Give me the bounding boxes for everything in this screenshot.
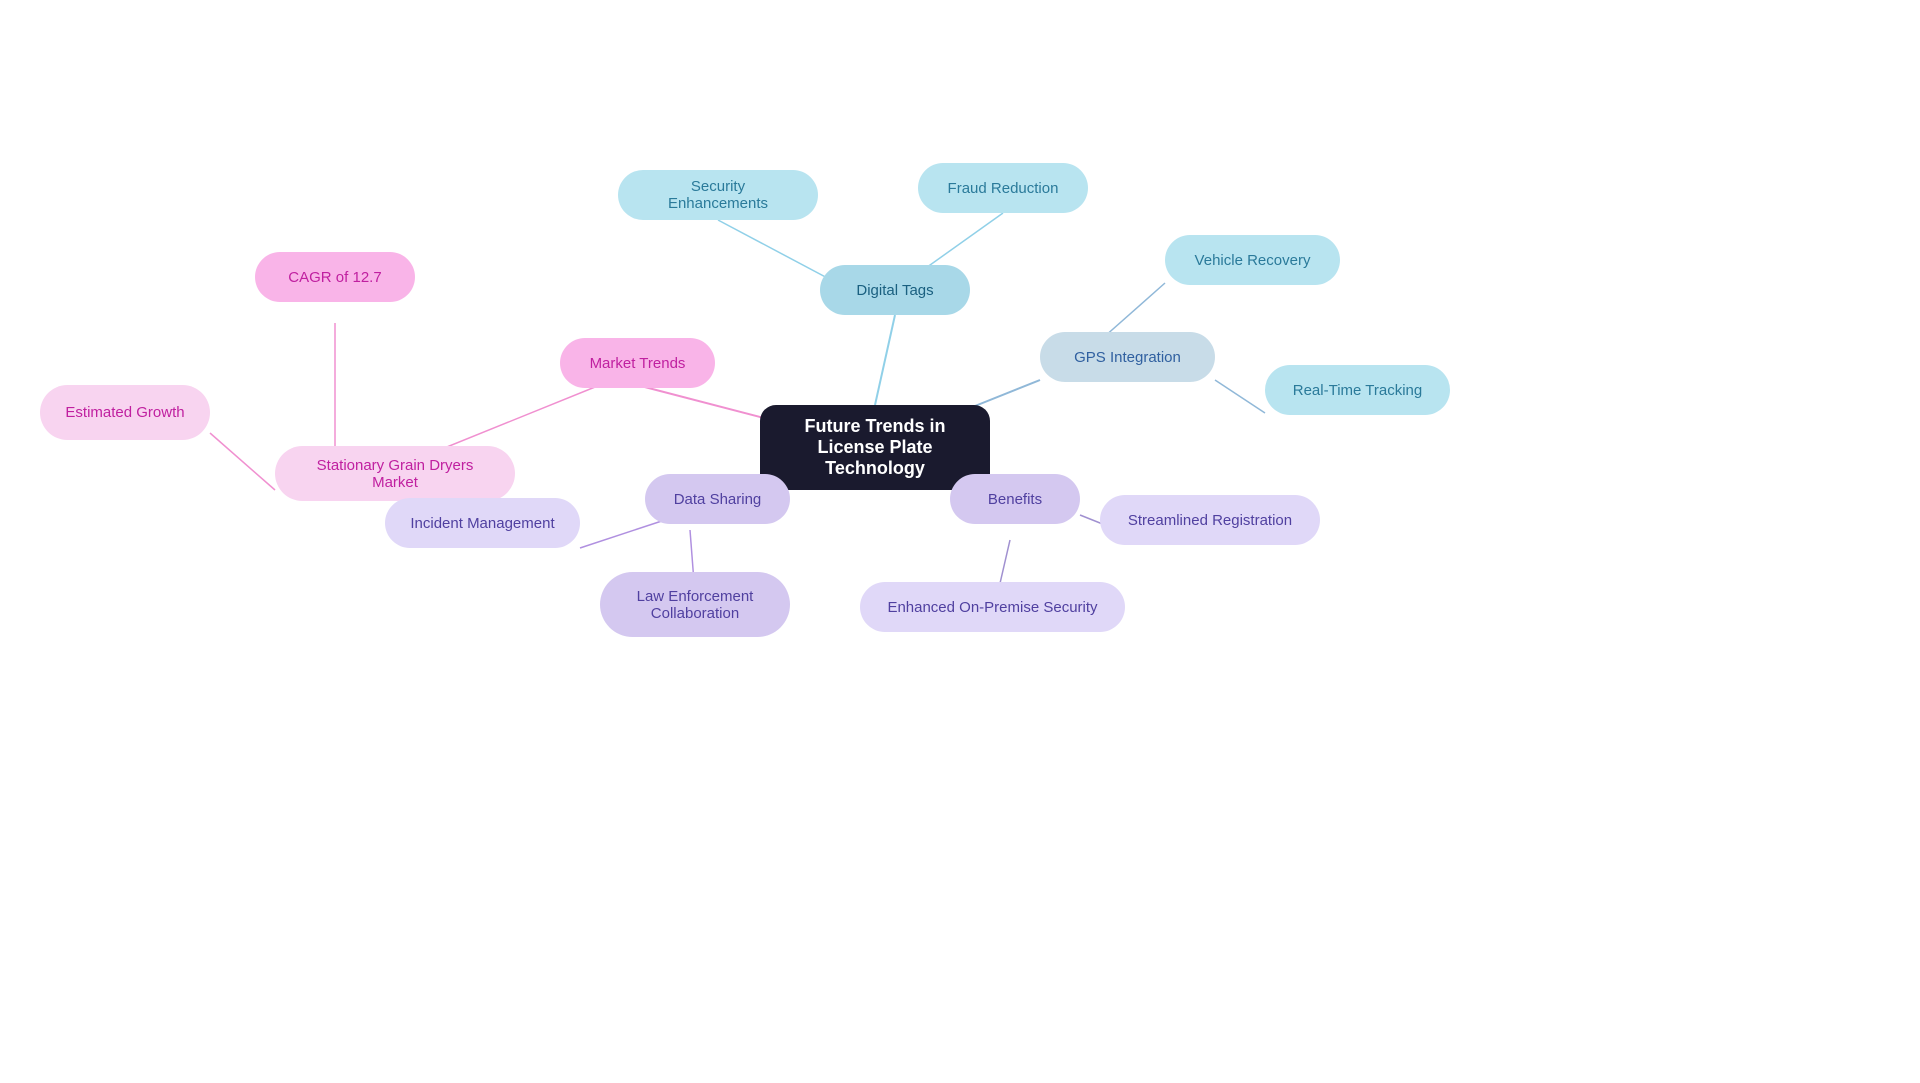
central-label: Future Trends in License Plate Technolog… — [784, 416, 966, 479]
incident-management-node[interactable]: Incident Management — [385, 498, 580, 548]
vehicle-recovery-node[interactable]: Vehicle Recovery — [1165, 235, 1340, 285]
estimated-growth-label: Estimated Growth — [65, 404, 184, 421]
estimated-growth-node[interactable]: Estimated Growth — [40, 385, 210, 440]
data-sharing-node[interactable]: Data Sharing — [645, 474, 790, 524]
fraud-reduction-label: Fraud Reduction — [948, 180, 1059, 197]
enhanced-security-node[interactable]: Enhanced On-Premise Security — [860, 582, 1125, 632]
gps-integration-node[interactable]: GPS Integration — [1040, 332, 1215, 382]
digital-tags-node[interactable]: Digital Tags — [820, 265, 970, 315]
data-sharing-label: Data Sharing — [674, 491, 762, 508]
stationary-grain-label: Stationary Grain Dryers Market — [299, 457, 491, 491]
fraud-reduction-node[interactable]: Fraud Reduction — [918, 163, 1088, 213]
digital-tags-label: Digital Tags — [856, 282, 933, 299]
incident-management-label: Incident Management — [410, 515, 554, 532]
benefits-label: Benefits — [988, 491, 1042, 508]
streamlined-registration-label: Streamlined Registration — [1128, 512, 1292, 529]
gps-integration-label: GPS Integration — [1074, 349, 1181, 366]
cagr-node[interactable]: CAGR of 12.7 — [255, 252, 415, 302]
vehicle-recovery-label: Vehicle Recovery — [1195, 252, 1311, 269]
real-time-tracking-node[interactable]: Real-Time Tracking — [1265, 365, 1450, 415]
central-node[interactable]: Future Trends in License Plate Technolog… — [760, 405, 990, 490]
security-enhancements-label: Security Enhancements — [642, 178, 794, 212]
market-trends-node[interactable]: Market Trends — [560, 338, 715, 388]
law-enforcement-node[interactable]: Law Enforcement Collaboration — [600, 572, 790, 637]
real-time-tracking-label: Real-Time Tracking — [1293, 382, 1422, 399]
streamlined-registration-node[interactable]: Streamlined Registration — [1100, 495, 1320, 545]
benefits-node[interactable]: Benefits — [950, 474, 1080, 524]
market-trends-label: Market Trends — [590, 355, 686, 372]
security-enhancements-node[interactable]: Security Enhancements — [618, 170, 818, 220]
enhanced-security-label: Enhanced On-Premise Security — [887, 599, 1097, 616]
law-enforcement-label: Law Enforcement Collaboration — [624, 588, 766, 622]
stationary-grain-dryers-node[interactable]: Stationary Grain Dryers Market — [275, 446, 515, 501]
cagr-label: CAGR of 12.7 — [288, 269, 381, 286]
